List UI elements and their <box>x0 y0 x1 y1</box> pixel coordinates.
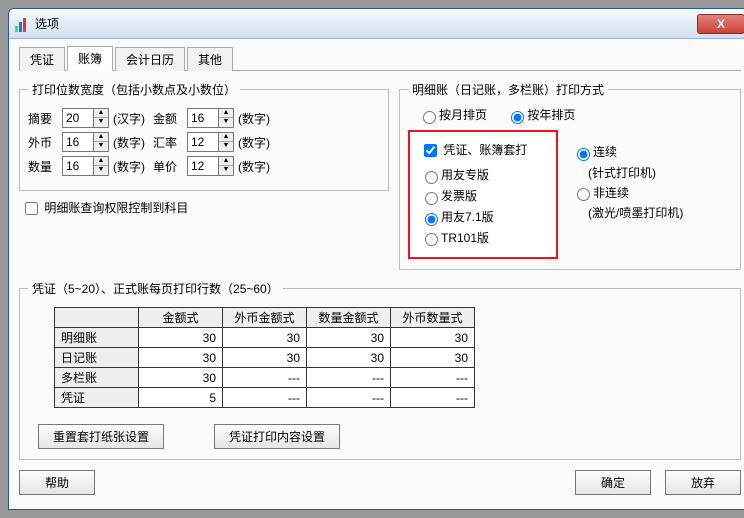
rate-spin[interactable]: ▲▼ <box>187 132 234 152</box>
spin-up-icon[interactable]: ▲ <box>94 109 108 118</box>
detail-scope-check[interactable]: 明细账查询权限控制到科目 <box>21 201 188 215</box>
summary-spin[interactable]: ▲▼ <box>62 108 109 128</box>
printer-mode-radios: 连续 (针式打印机) 非连续 (激光/喷墨打印机) <box>572 130 683 222</box>
opt-tr101[interactable]: TR101版 <box>420 229 544 247</box>
spin-up-icon[interactable]: ▲ <box>94 133 108 142</box>
spin-down-icon[interactable]: ▼ <box>94 118 108 127</box>
price-input[interactable] <box>188 157 218 175</box>
summary-label: 摘要 <box>28 110 58 127</box>
amount-unit: (数字) <box>238 110 270 127</box>
opt-71[interactable]: 用友7.1版 <box>420 208 544 226</box>
table-row: 多栏账 30 --- --- --- <box>55 368 475 388</box>
col-amount: 金额式 <box>139 308 223 328</box>
col-forex-qty: 外币数量式 <box>391 308 475 328</box>
table-row: 凭证 5 --- --- --- <box>55 388 475 408</box>
qty-input[interactable] <box>63 157 93 175</box>
package-print-checkbox[interactable] <box>424 144 437 157</box>
qty-spin[interactable]: ▲▼ <box>62 156 109 176</box>
options-window: 选项 X 凭证 账簿 会计日历 其他 打印位数宽度（包括小数点及小数位） 摘要 … <box>8 8 744 510</box>
close-button[interactable]: X <box>697 14 744 34</box>
spin-down-icon[interactable]: ▼ <box>219 142 233 151</box>
help-button[interactable]: 帮助 <box>19 470 95 495</box>
rows-per-page-legend: 凭证（5~20）、正式账每页打印行数（25~60） <box>28 280 283 297</box>
cancel-button[interactable]: 放弃 <box>665 470 741 495</box>
spin-up-icon[interactable]: ▲ <box>94 157 108 166</box>
amount-label: 金额 <box>153 110 183 127</box>
summary-input[interactable] <box>63 109 93 127</box>
col-blank <box>55 308 139 328</box>
by-year-radio[interactable]: 按年排页 <box>506 108 575 122</box>
price-spin[interactable]: ▲▼ <box>187 156 234 176</box>
col-qty-amount: 数量金额式 <box>307 308 391 328</box>
spin-up-icon[interactable]: ▲ <box>219 157 233 166</box>
qty-unit: (数字) <box>113 158 145 175</box>
amount-spin[interactable]: ▲▼ <box>187 108 234 128</box>
spin-up-icon[interactable]: ▲ <box>219 109 233 118</box>
digits-legend: 打印位数宽度（包括小数点及小数位） <box>28 81 240 98</box>
rate-label: 汇率 <box>153 134 183 151</box>
client-area: 凭证 账簿 会计日历 其他 打印位数宽度（包括小数点及小数位） 摘要 ▲▼ (汉… <box>9 39 744 509</box>
forex-input[interactable] <box>63 133 93 151</box>
detail-scope-checkbox[interactable] <box>25 202 38 215</box>
by-month-radio[interactable]: 按月排页 <box>418 108 487 122</box>
rows-per-page-fieldset: 凭证（5~20）、正式账每页打印行数（25~60） 金额式 外币金额式 数量金额… <box>19 280 741 460</box>
spin-down-icon[interactable]: ▼ <box>94 166 108 175</box>
tab-calendar[interactable]: 会计日历 <box>115 47 185 71</box>
rate-input[interactable] <box>188 133 218 151</box>
app-icon <box>15 16 31 32</box>
opt-zhuanban[interactable]: 用友专版 <box>420 166 544 184</box>
price-label: 单价 <box>153 158 183 175</box>
spin-up-icon[interactable]: ▲ <box>219 133 233 142</box>
detail-print-fieldset: 明细账（日记账，多栏账）打印方式 按月排页 按年排页 凭证、账簿套打 <box>399 81 741 270</box>
package-print-check[interactable]: 凭证、账簿套打 <box>420 141 544 160</box>
window-title: 选项 <box>35 15 59 32</box>
price-unit: (数字) <box>238 158 270 175</box>
qty-label: 数量 <box>28 158 58 175</box>
noncontinuous-radio[interactable]: 非连续 <box>572 184 683 202</box>
tab-other[interactable]: 其他 <box>187 47 233 71</box>
amount-input[interactable] <box>188 109 218 127</box>
col-forex-amount: 外币金额式 <box>223 308 307 328</box>
spin-down-icon[interactable]: ▼ <box>219 166 233 175</box>
forex-label: 外币 <box>28 134 58 151</box>
opt-fapiao[interactable]: 发票版 <box>420 187 544 205</box>
forex-unit: (数字) <box>113 134 145 151</box>
summary-unit: (汉字) <box>113 110 145 127</box>
continuous-radio[interactable]: 连续 <box>572 143 683 161</box>
continuous-sub: (针式打印机) <box>588 164 683 181</box>
rows-table: 金额式 外币金额式 数量金额式 外币数量式 明细账 30 30 30 30 日记… <box>54 307 475 408</box>
tab-voucher[interactable]: 凭证 <box>19 47 65 71</box>
ok-button[interactable]: 确定 <box>575 470 651 495</box>
rate-unit: (数字) <box>238 134 270 151</box>
reset-paper-button[interactable]: 重置套打纸张设置 <box>38 424 164 449</box>
highlighted-package-box: 凭证、账簿套打 用友专版 发票版 用友7.1版 TR101版 <box>408 130 558 260</box>
detail-scope-label: 明细账查询权限控制到科目 <box>44 201 188 215</box>
forex-spin[interactable]: ▲▼ <box>62 132 109 152</box>
noncontinuous-sub: (激光/喷墨打印机) <box>588 204 683 221</box>
digits-fieldset: 打印位数宽度（包括小数点及小数位） 摘要 ▲▼ (汉字) 金额 ▲▼ <box>19 81 389 191</box>
table-row: 明细账 30 30 30 30 <box>55 328 475 348</box>
detail-print-legend: 明细账（日记账，多栏账）打印方式 <box>408 81 608 98</box>
voucher-print-content-button[interactable]: 凭证打印内容设置 <box>214 424 340 449</box>
titlebar: 选项 X <box>9 9 744 39</box>
tab-strip: 凭证 账簿 会计日历 其他 <box>19 45 741 71</box>
spin-down-icon[interactable]: ▼ <box>94 142 108 151</box>
table-row: 日记账 30 30 30 30 <box>55 348 475 368</box>
spin-down-icon[interactable]: ▼ <box>219 118 233 127</box>
tab-ledger[interactable]: 账簿 <box>67 46 113 71</box>
